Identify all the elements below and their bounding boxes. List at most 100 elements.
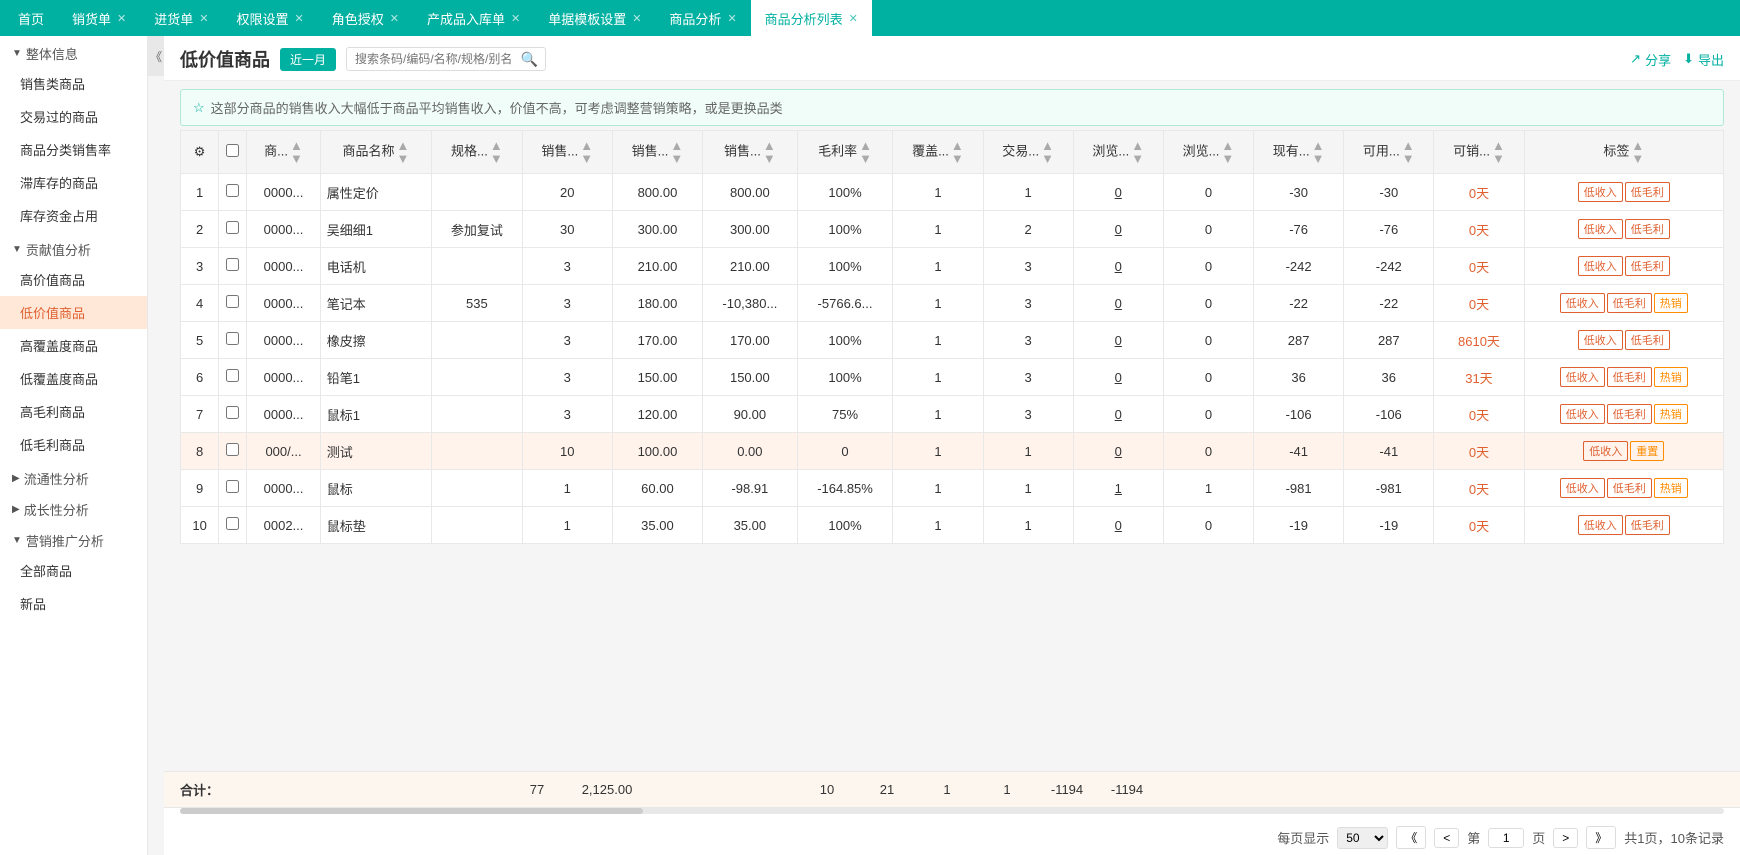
sidebar-group-liquidity[interactable]: ▶ 流通性分析 — [0, 461, 147, 492]
col-code[interactable]: 商...▲▼ — [247, 131, 321, 174]
col-view2[interactable]: 浏览...▲▼ — [1163, 131, 1253, 174]
sidebar-collapse-button[interactable]: 《 — [148, 36, 164, 76]
tag-badge: 重置 — [1630, 441, 1664, 461]
per-page-select[interactable]: 50 100 — [1337, 827, 1388, 849]
col-view1[interactable]: 浏览...▲▼ — [1073, 131, 1163, 174]
cell-view1[interactable]: 0 — [1073, 322, 1163, 359]
cell-trade: 1 — [983, 470, 1073, 507]
sidebar-item-category-rate[interactable]: 商品分类销售率 — [0, 133, 147, 166]
cell-checkbox[interactable] — [219, 211, 247, 248]
cell-checkbox[interactable] — [219, 359, 247, 396]
row-checkbox[interactable] — [226, 184, 239, 197]
col-stock2[interactable]: 可用...▲▼ — [1344, 131, 1434, 174]
col-tags[interactable]: 标签▲▼ — [1524, 131, 1723, 174]
nav-close-product-analysis[interactable]: ✕ — [727, 12, 736, 25]
nav-template[interactable]: 单据模板设置 ✕ — [534, 0, 655, 36]
cell-view1[interactable]: 0 — [1073, 285, 1163, 322]
sidebar-item-new-products[interactable]: 新品 — [0, 587, 147, 620]
col-sale2[interactable]: 销售...▲▼ — [612, 131, 702, 174]
cell-checkbox[interactable] — [219, 285, 247, 322]
sidebar-item-high-gross[interactable]: 高毛利商品 — [0, 395, 147, 428]
col-stock3[interactable]: 可销...▲▼ — [1434, 131, 1524, 174]
select-all-checkbox[interactable] — [226, 144, 239, 157]
sidebar-item-low-cover[interactable]: 低覆盖度商品 — [0, 362, 147, 395]
col-name[interactable]: 商品名称▲▼ — [320, 131, 431, 174]
nav-close-sales[interactable]: ✕ — [117, 12, 126, 25]
col-sale3[interactable]: 销售...▲▼ — [703, 131, 798, 174]
nav-sales[interactable]: 销货单 ✕ — [58, 0, 140, 36]
col-spec[interactable]: 规格...▲▼ — [432, 131, 523, 174]
nav-product-entry[interactable]: 产成品入库单 ✕ — [413, 0, 534, 36]
nav-product-analysis-list[interactable]: 商品分析列表 ✕ — [751, 0, 872, 36]
cell-checkbox[interactable] — [219, 322, 247, 359]
export-button[interactable]: ⬇ 导出 — [1683, 50, 1724, 69]
sidebar-item-traded[interactable]: 交易过的商品 — [0, 100, 147, 133]
cell-checkbox[interactable] — [219, 470, 247, 507]
nav-purchase[interactable]: 进货单 ✕ — [140, 0, 222, 36]
nav-close-purchase[interactable]: ✕ — [199, 12, 208, 25]
cell-view1[interactable]: 0 — [1073, 174, 1163, 211]
search-input[interactable] — [346, 47, 546, 71]
sidebar-item-slow[interactable]: 滞库存的商品 — [0, 166, 147, 199]
sidebar-group-marketing[interactable]: ▼ 营销推广分析 — [0, 523, 147, 554]
sidebar-group-growth[interactable]: ▶ 成长性分析 — [0, 492, 147, 523]
scroll-bar[interactable] — [180, 808, 1724, 814]
share-button[interactable]: ↗ 分享 — [1630, 50, 1671, 69]
row-checkbox[interactable] — [226, 369, 239, 382]
col-trade[interactable]: 交易...▲▼ — [983, 131, 1073, 174]
last-page-button[interactable]: 》 — [1586, 826, 1616, 849]
sidebar-item-all-products[interactable]: 全部商品 — [0, 554, 147, 587]
cell-view1[interactable]: 0 — [1073, 211, 1163, 248]
col-sale1[interactable]: 销售...▲▼ — [522, 131, 612, 174]
cell-checkbox[interactable] — [219, 396, 247, 433]
nav-home[interactable]: 首页 — [4, 0, 58, 36]
first-page-button[interactable]: 《 — [1396, 826, 1426, 849]
col-gross[interactable]: 毛利率▲▼ — [797, 131, 893, 174]
cell-view1[interactable]: 0 — [1073, 433, 1163, 470]
prev-page-button[interactable]: < — [1434, 828, 1459, 848]
row-checkbox[interactable] — [226, 517, 239, 530]
sidebar-group-overall[interactable]: ▼ 整体信息 — [0, 36, 147, 67]
nav-close-product-entry[interactable]: ✕ — [511, 12, 520, 25]
cell-view1[interactable]: 0 — [1073, 248, 1163, 285]
cell-view1[interactable]: 0 — [1073, 359, 1163, 396]
row-checkbox[interactable] — [226, 295, 239, 308]
page-number-input[interactable] — [1488, 828, 1524, 848]
col-cover[interactable]: 覆盖...▲▼ — [893, 131, 983, 174]
sidebar-item-low-gross[interactable]: 低毛利商品 — [0, 428, 147, 461]
nav-role[interactable]: 角色授权 ✕ — [318, 0, 413, 36]
row-checkbox[interactable] — [226, 480, 239, 493]
nav-close-permission[interactable]: ✕ — [295, 12, 304, 25]
row-checkbox[interactable] — [226, 258, 239, 271]
sidebar-item-stock-fund[interactable]: 库存资金占用 — [0, 199, 147, 232]
nav-close-template[interactable]: ✕ — [632, 12, 641, 25]
row-checkbox[interactable] — [226, 406, 239, 419]
row-checkbox[interactable] — [226, 332, 239, 345]
nav-product-analysis[interactable]: 商品分析 ✕ — [655, 0, 750, 36]
col-checkbox[interactable] — [219, 131, 247, 174]
next-page-button[interactable]: > — [1553, 828, 1578, 848]
col-settings[interactable]: ⚙ — [181, 131, 219, 174]
sidebar-item-high-cover[interactable]: 高覆盖度商品 — [0, 329, 147, 362]
cell-view1[interactable]: 0 — [1073, 396, 1163, 433]
row-checkbox[interactable] — [226, 221, 239, 234]
sidebar-group-contribution[interactable]: ▼ 贡献值分析 — [0, 232, 147, 263]
nav-close-role[interactable]: ✕ — [390, 12, 399, 25]
sidebar-item-high-value[interactable]: 高价值商品 — [0, 263, 147, 296]
cell-checkbox[interactable] — [219, 507, 247, 544]
nav-permission[interactable]: 权限设置 ✕ — [222, 0, 317, 36]
cell-view1[interactable]: 1 — [1073, 470, 1163, 507]
cell-checkbox[interactable] — [219, 174, 247, 211]
cell-checkbox[interactable] — [219, 248, 247, 285]
export-icon: ⬇ — [1683, 51, 1694, 67]
filter-button[interactable]: 近一月 — [280, 48, 336, 71]
scroll-bar-thumb[interactable] — [180, 808, 643, 814]
row-checkbox[interactable] — [226, 443, 239, 456]
cell-view1[interactable]: 0 — [1073, 507, 1163, 544]
col-stock1[interactable]: 现有...▲▼ — [1254, 131, 1344, 174]
nav-close-product-analysis-list[interactable]: ✕ — [849, 12, 858, 25]
cell-checkbox[interactable] — [219, 433, 247, 470]
sidebar-item-sales-products[interactable]: 销售类商品 — [0, 67, 147, 100]
cell-view2: 0 — [1163, 211, 1253, 248]
sidebar-item-low-value[interactable]: 低价值商品 — [0, 296, 147, 329]
